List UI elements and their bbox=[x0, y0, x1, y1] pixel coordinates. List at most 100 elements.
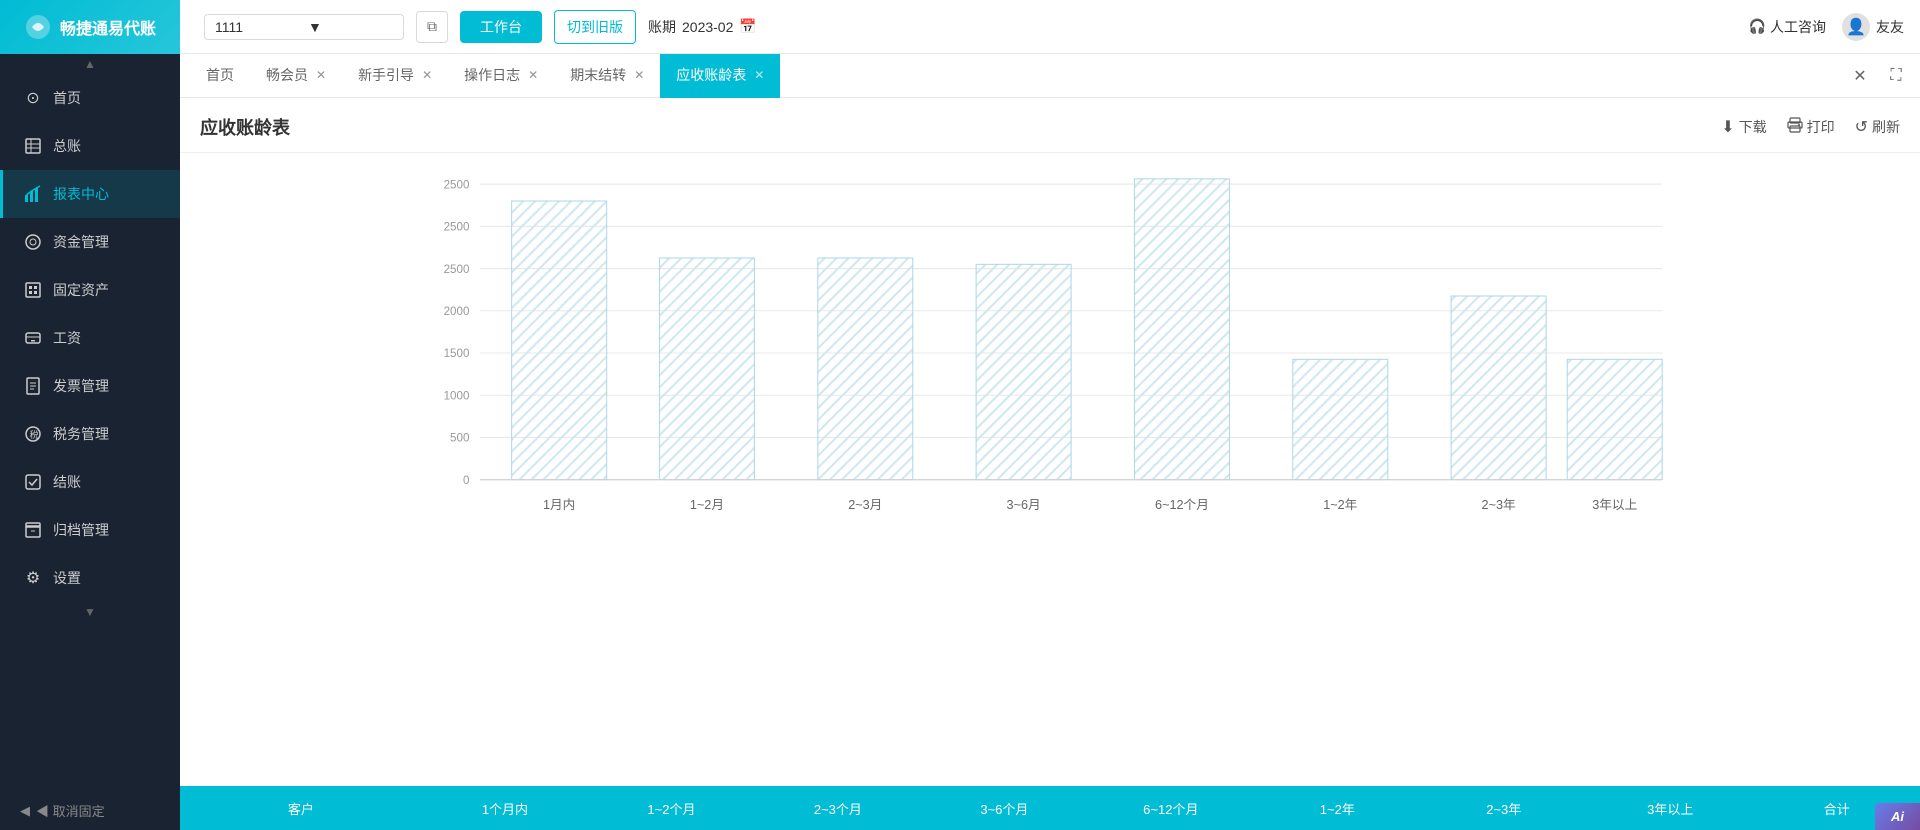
svg-text:2500: 2500 bbox=[444, 221, 470, 234]
sidebar-scroll-down[interactable]: ▼ bbox=[0, 602, 180, 622]
svg-text:2~3月: 2~3月 bbox=[848, 498, 882, 512]
ledger-icon bbox=[23, 136, 43, 156]
svg-text:3年以上: 3年以上 bbox=[1592, 498, 1637, 512]
cancel-fixed-label: ◀ 取消固定 bbox=[36, 801, 105, 820]
tax-icon: 税 bbox=[23, 424, 43, 444]
user-info[interactable]: 👤 友友 bbox=[1842, 13, 1904, 41]
chart-container: 2500 2500 2500 2000 1500 1000 500 0 bbox=[200, 163, 1900, 543]
download-icon: ⬇ bbox=[1721, 117, 1734, 137]
svg-text:1500: 1500 bbox=[444, 347, 470, 360]
logo: 畅捷通易代账 bbox=[0, 0, 180, 54]
funds-icon bbox=[23, 232, 43, 252]
tab-close-oplog[interactable]: ✕ bbox=[528, 68, 538, 82]
sidebar-item-tax[interactable]: 税 税务管理 bbox=[0, 410, 180, 458]
ai-badge[interactable]: Ai bbox=[1875, 803, 1920, 830]
svg-text:税: 税 bbox=[30, 429, 39, 440]
bar-chart: 2500 2500 2500 2000 1500 1000 500 0 bbox=[200, 163, 1900, 543]
print-button[interactable]: 打印 bbox=[1787, 117, 1835, 138]
col-3-6m: 3~6个月 bbox=[921, 799, 1087, 818]
expand-tab-button[interactable]: ⛶ bbox=[1882, 62, 1910, 90]
tab-member[interactable]: 畅会员 ✕ bbox=[250, 54, 342, 98]
col-2-3m: 2~3个月 bbox=[755, 799, 921, 818]
calendar-icon[interactable]: 📅 bbox=[739, 18, 756, 35]
sidebar-item-funds[interactable]: 资金管理 bbox=[0, 218, 180, 266]
settings-icon: ⚙ bbox=[23, 568, 43, 588]
svg-text:1~2年: 1~2年 bbox=[1323, 498, 1357, 512]
tab-period-end[interactable]: 期末结转 ✕ bbox=[554, 54, 660, 98]
tabs-bar: 首页 畅会员 ✕ 新手引导 ✕ 操作日志 ✕ 期末结转 ✕ 应收账龄表 ✕ bbox=[180, 54, 1920, 98]
tab-home[interactable]: 首页 bbox=[190, 54, 250, 98]
sidebar-scroll-up[interactable]: ▲ bbox=[0, 54, 180, 74]
header-right: 🎧 人工咨询 👤 友友 bbox=[1749, 13, 1904, 41]
svg-text:0: 0 bbox=[463, 474, 469, 487]
sidebar-item-home[interactable]: ⊙ 首页 bbox=[0, 74, 180, 122]
main-layout: ▲ ⊙ 首页 总账 bbox=[0, 54, 1920, 830]
cancel-fixed-icon: ◀ bbox=[20, 803, 30, 819]
svg-text:3~6月: 3~6月 bbox=[1007, 498, 1041, 512]
download-button[interactable]: ⬇ 下载 bbox=[1721, 117, 1766, 137]
top-header: 畅捷通易代账 1111 ▼ ⧉ 工作台 切到旧版 账期 2023-02 📅 🎧 … bbox=[0, 0, 1920, 54]
sidebar-item-salary[interactable]: 工资 bbox=[0, 314, 180, 362]
svg-text:2500: 2500 bbox=[444, 178, 470, 191]
assets-icon bbox=[23, 280, 43, 300]
salary-icon bbox=[23, 328, 43, 348]
page-title: 应收账龄表 bbox=[200, 114, 290, 140]
page-content: 应收账龄表 ⬇ 下载 bbox=[180, 98, 1920, 830]
sidebar-item-settle[interactable]: 结账 bbox=[0, 458, 180, 506]
svg-text:6~12个月: 6~12个月 bbox=[1155, 498, 1209, 512]
tab-close-guide[interactable]: ✕ bbox=[422, 68, 432, 82]
tab-ar-aging[interactable]: 应收账龄表 ✕ bbox=[660, 54, 780, 98]
content-area: 首页 畅会员 ✕ 新手引导 ✕ 操作日志 ✕ 期末结转 ✕ 应收账龄表 ✕ bbox=[180, 54, 1920, 830]
col-1m: 1个月内 bbox=[422, 799, 588, 818]
col-customer: 客户 bbox=[180, 799, 422, 818]
sidebar-item-ledger[interactable]: 总账 bbox=[0, 122, 180, 170]
svg-text:500: 500 bbox=[450, 432, 469, 445]
copy-button[interactable]: ⧉ bbox=[416, 11, 448, 43]
invoice-icon bbox=[23, 376, 43, 396]
dropdown-arrow-icon: ▼ bbox=[308, 19, 393, 35]
sidebar-item-archive[interactable]: 归档管理 bbox=[0, 506, 180, 554]
switch-version-button[interactable]: 切到旧版 bbox=[554, 10, 636, 44]
service-button[interactable]: 🎧 人工咨询 bbox=[1749, 17, 1826, 37]
col-1-2m: 1~2个月 bbox=[588, 799, 754, 818]
table-header-bar: 客户 1个月内 1~2个月 2~3个月 3~6个月 6~12个月 1~2年 2~… bbox=[180, 786, 1920, 830]
svg-text:2~3年: 2~3年 bbox=[1482, 498, 1516, 512]
sidebar-item-settings[interactable]: ⚙ 设置 bbox=[0, 554, 180, 602]
chart-area: 2500 2500 2500 2000 1500 1000 500 0 bbox=[180, 153, 1920, 786]
svg-text:1月内: 1月内 bbox=[543, 498, 575, 512]
svg-text:2000: 2000 bbox=[444, 305, 470, 318]
cancel-fixed-button[interactable]: ◀ ◀ 取消固定 bbox=[0, 791, 180, 830]
reports-icon bbox=[23, 184, 43, 204]
svg-text:1~2月: 1~2月 bbox=[690, 498, 724, 512]
settle-icon bbox=[23, 472, 43, 492]
close-tab-button[interactable]: ✕ bbox=[1846, 62, 1874, 90]
company-selector[interactable]: 1111 ▼ bbox=[204, 14, 404, 40]
sidebar-item-assets[interactable]: 固定资产 bbox=[0, 266, 180, 314]
refresh-button[interactable]: ↺ 刷新 bbox=[1855, 117, 1900, 137]
tab-close-member[interactable]: ✕ bbox=[316, 68, 326, 82]
tabs-right-actions: ✕ ⛶ bbox=[1846, 62, 1910, 90]
col-6-12m: 6~12个月 bbox=[1088, 799, 1254, 818]
sidebar-item-reports[interactable]: 报表中心 bbox=[0, 170, 180, 218]
col-2-3y: 2~3年 bbox=[1421, 799, 1587, 818]
print-icon bbox=[1787, 117, 1803, 138]
svg-text:1000: 1000 bbox=[444, 389, 470, 402]
sidebar-item-invoice[interactable]: 发票管理 bbox=[0, 362, 180, 410]
tab-guide[interactable]: 新手引导 ✕ bbox=[342, 54, 448, 98]
copy-icon: ⧉ bbox=[427, 18, 437, 35]
period-info: 账期 2023-02 📅 bbox=[648, 17, 757, 37]
refresh-icon: ↺ bbox=[1855, 117, 1868, 137]
sidebar: ▲ ⊙ 首页 总账 bbox=[0, 54, 180, 830]
home-icon: ⊙ bbox=[23, 88, 43, 108]
tab-close-period-end[interactable]: ✕ bbox=[634, 68, 644, 82]
col-3y-plus: 3年以上 bbox=[1587, 799, 1753, 818]
workbench-button[interactable]: 工作台 bbox=[460, 11, 542, 43]
page-header: 应收账龄表 ⬇ 下载 bbox=[180, 98, 1920, 153]
headset-icon: 🎧 bbox=[1749, 18, 1766, 35]
avatar: 👤 bbox=[1842, 13, 1870, 41]
svg-text:2500: 2500 bbox=[444, 263, 470, 276]
tab-close-ar-aging[interactable]: ✕ bbox=[754, 68, 764, 82]
col-1-2y: 1~2年 bbox=[1254, 799, 1420, 818]
tab-oplog[interactable]: 操作日志 ✕ bbox=[448, 54, 554, 98]
page-actions: ⬇ 下载 打印 bbox=[1721, 117, 1900, 138]
